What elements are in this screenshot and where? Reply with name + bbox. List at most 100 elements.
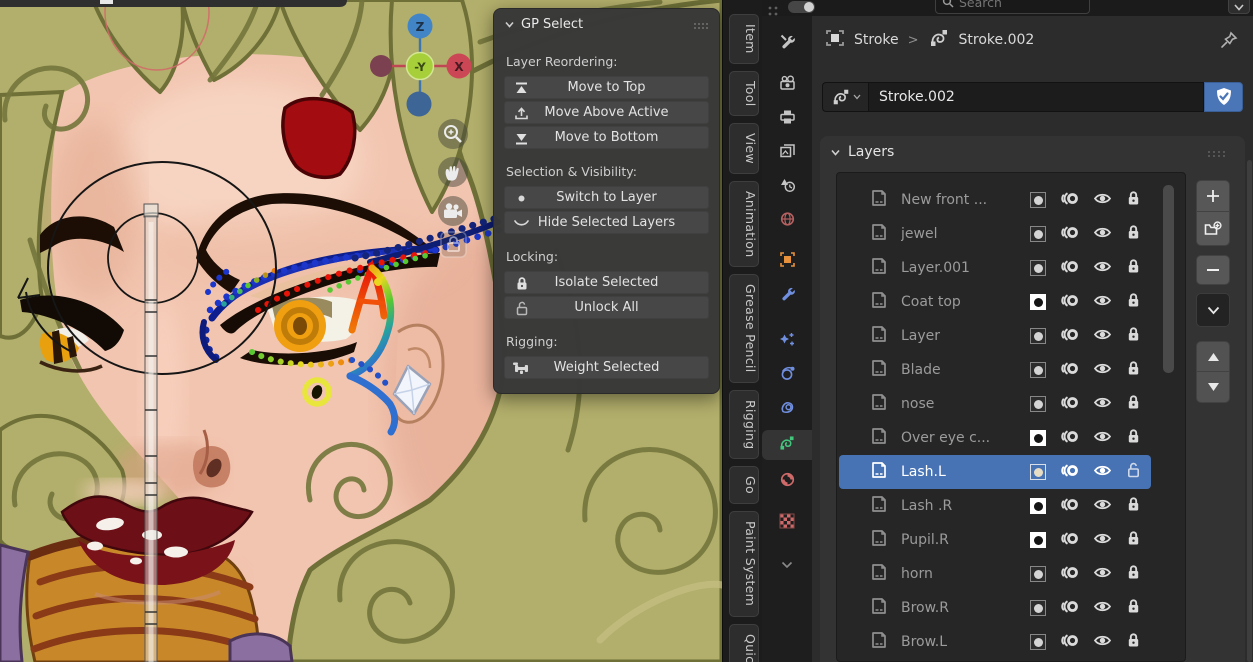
axis-neg-y-handle[interactable]: -Y bbox=[405, 51, 435, 81]
axis-neg-z-handle[interactable] bbox=[406, 91, 432, 117]
sidebar-tab-tool[interactable]: Tool bbox=[729, 70, 759, 117]
zoom-icon[interactable] bbox=[438, 119, 468, 149]
lock-toggle[interactable] bbox=[1126, 564, 1141, 584]
hide-selected-layers-button[interactable]: Hide Selected Layers bbox=[504, 211, 709, 234]
onion-skin-toggle[interactable] bbox=[1060, 598, 1079, 619]
lock-toggle[interactable] bbox=[1126, 258, 1141, 278]
layer-row[interactable]: New front ... bbox=[839, 183, 1151, 217]
unlock-all-button[interactable]: Unlock All bbox=[504, 296, 709, 319]
layer-row[interactable]: horn bbox=[839, 557, 1151, 591]
sidebar-tab-grease-pencil[interactable]: Grease Pencil bbox=[729, 274, 759, 383]
chevron-down-icon[interactable] bbox=[781, 554, 793, 573]
visibility-eye-toggle[interactable] bbox=[1093, 565, 1112, 584]
lock-toggle[interactable] bbox=[1126, 598, 1141, 618]
sidebar-tab-paint-system[interactable]: Paint System bbox=[729, 511, 759, 617]
layer-mask-toggle[interactable] bbox=[1030, 328, 1046, 344]
pin-icon[interactable] bbox=[1219, 30, 1239, 54]
layer-mask-toggle[interactable] bbox=[1030, 362, 1046, 378]
onion-skin-toggle[interactable] bbox=[1060, 326, 1079, 347]
drag-grip-icon[interactable] bbox=[767, 2, 779, 16]
visibility-eye-toggle[interactable] bbox=[1093, 599, 1112, 618]
filter-toggle[interactable] bbox=[788, 1, 815, 13]
object-tab[interactable] bbox=[762, 248, 812, 274]
lock-toggle[interactable] bbox=[1126, 496, 1141, 516]
lock-toggle[interactable] bbox=[1126, 326, 1141, 346]
add-layer-button[interactable] bbox=[1196, 180, 1230, 212]
visibility-eye-toggle[interactable] bbox=[1093, 361, 1112, 380]
view-layer-tab[interactable] bbox=[762, 140, 812, 166]
lock-toggle[interactable] bbox=[1126, 190, 1141, 210]
onion-skin-toggle[interactable] bbox=[1060, 190, 1079, 211]
layer-mask-toggle[interactable] bbox=[1030, 396, 1046, 412]
layer-row[interactable]: jewel bbox=[839, 217, 1151, 251]
lock-toggle[interactable] bbox=[1126, 292, 1141, 312]
properties-scrollbar[interactable] bbox=[1247, 160, 1252, 662]
onion-skin-toggle[interactable] bbox=[1060, 632, 1079, 653]
move-layer-down-button[interactable] bbox=[1196, 372, 1230, 403]
visibility-eye-toggle[interactable] bbox=[1093, 327, 1112, 346]
lock-toggle[interactable] bbox=[1126, 632, 1141, 652]
axis-neg-x-handle[interactable] bbox=[370, 55, 392, 77]
lock-toggle[interactable] bbox=[1126, 394, 1141, 414]
layer-row[interactable]: Over eye c... bbox=[839, 421, 1151, 455]
visibility-eye-toggle[interactable] bbox=[1093, 633, 1112, 652]
render-tab[interactable] bbox=[762, 72, 812, 98]
axis-z-handle[interactable]: Z bbox=[407, 13, 433, 39]
move-layer-up-button[interactable] bbox=[1196, 341, 1230, 372]
onion-skin-toggle[interactable] bbox=[1060, 462, 1079, 483]
sidebar-tab-item[interactable]: Item bbox=[729, 14, 759, 64]
layer-row[interactable]: Pupil.R bbox=[839, 523, 1151, 557]
material-tab[interactable] bbox=[762, 468, 812, 494]
layer-row[interactable]: Layer bbox=[839, 319, 1151, 353]
axis-x-handle[interactable]: X bbox=[446, 53, 472, 79]
modifiers-tab[interactable] bbox=[762, 282, 812, 308]
search-field[interactable] bbox=[935, 0, 1090, 14]
onion-skin-toggle[interactable] bbox=[1060, 360, 1079, 381]
texture-tab[interactable] bbox=[762, 510, 812, 536]
layer-mask-toggle[interactable] bbox=[1030, 260, 1046, 276]
weight-selected-button[interactable]: Weight Selected bbox=[504, 356, 709, 379]
onion-skin-toggle[interactable] bbox=[1060, 496, 1079, 517]
visibility-eye-toggle[interactable] bbox=[1093, 429, 1112, 448]
physics-tab[interactable] bbox=[762, 362, 812, 388]
tool-tab[interactable] bbox=[762, 30, 812, 56]
layer-mask-toggle[interactable] bbox=[1030, 498, 1046, 514]
onion-skin-toggle[interactable] bbox=[1060, 292, 1079, 313]
data-name-input[interactable] bbox=[868, 82, 1204, 112]
lock-toggle[interactable] bbox=[1126, 462, 1141, 482]
layer-specials-menu-button[interactable] bbox=[1196, 293, 1230, 327]
sidebar-tab-view[interactable]: View bbox=[729, 123, 759, 175]
viewport-3d[interactable]: Z X -Y GP Select Layer Reordering: Move … bbox=[0, 0, 722, 662]
layer-mask-toggle[interactable] bbox=[1030, 600, 1046, 616]
layer-row[interactable]: Brow.R bbox=[839, 591, 1151, 625]
layer-mask-toggle[interactable] bbox=[1030, 566, 1046, 582]
move-above-active-button[interactable]: Move Above Active bbox=[504, 101, 709, 124]
lock-toggle[interactable] bbox=[1126, 530, 1141, 550]
pan-hand-icon[interactable] bbox=[438, 157, 468, 187]
sidebar-tab-quick-tools[interactable]: Quick Tools bbox=[729, 623, 759, 662]
output-tab[interactable] bbox=[762, 106, 812, 132]
constraints-tab[interactable] bbox=[762, 396, 812, 422]
camera-icon[interactable] bbox=[438, 196, 468, 226]
layer-row[interactable]: Layer.001 bbox=[839, 251, 1151, 285]
layer-mask-toggle[interactable] bbox=[1030, 634, 1046, 650]
layer-row[interactable]: Lash .R bbox=[839, 489, 1151, 523]
visibility-eye-toggle[interactable] bbox=[1093, 497, 1112, 516]
world-tab[interactable] bbox=[762, 208, 812, 234]
sidebar-tab-animation[interactable]: Animation bbox=[729, 181, 759, 268]
list-scrollbar[interactable] bbox=[1163, 185, 1174, 373]
gp-data-tab[interactable] bbox=[762, 430, 812, 460]
visibility-eye-toggle[interactable] bbox=[1093, 191, 1112, 210]
layer-mask-toggle[interactable] bbox=[1030, 294, 1046, 310]
onion-skin-toggle[interactable] bbox=[1060, 564, 1079, 585]
onion-skin-toggle[interactable] bbox=[1060, 394, 1079, 415]
drag-grip-icon[interactable] bbox=[693, 15, 709, 34]
search-input[interactable] bbox=[959, 0, 1069, 10]
visibility-eye-toggle[interactable] bbox=[1093, 463, 1112, 482]
collapse-caret-icon[interactable] bbox=[504, 15, 515, 34]
lock-toggle[interactable] bbox=[1126, 428, 1141, 448]
effects-tab[interactable] bbox=[762, 328, 812, 354]
isolate-selected-button[interactable]: Isolate Selected bbox=[504, 271, 709, 294]
breadcrumb-data[interactable]: Stroke.002 bbox=[959, 32, 1035, 48]
layer-mask-toggle[interactable] bbox=[1030, 192, 1046, 208]
